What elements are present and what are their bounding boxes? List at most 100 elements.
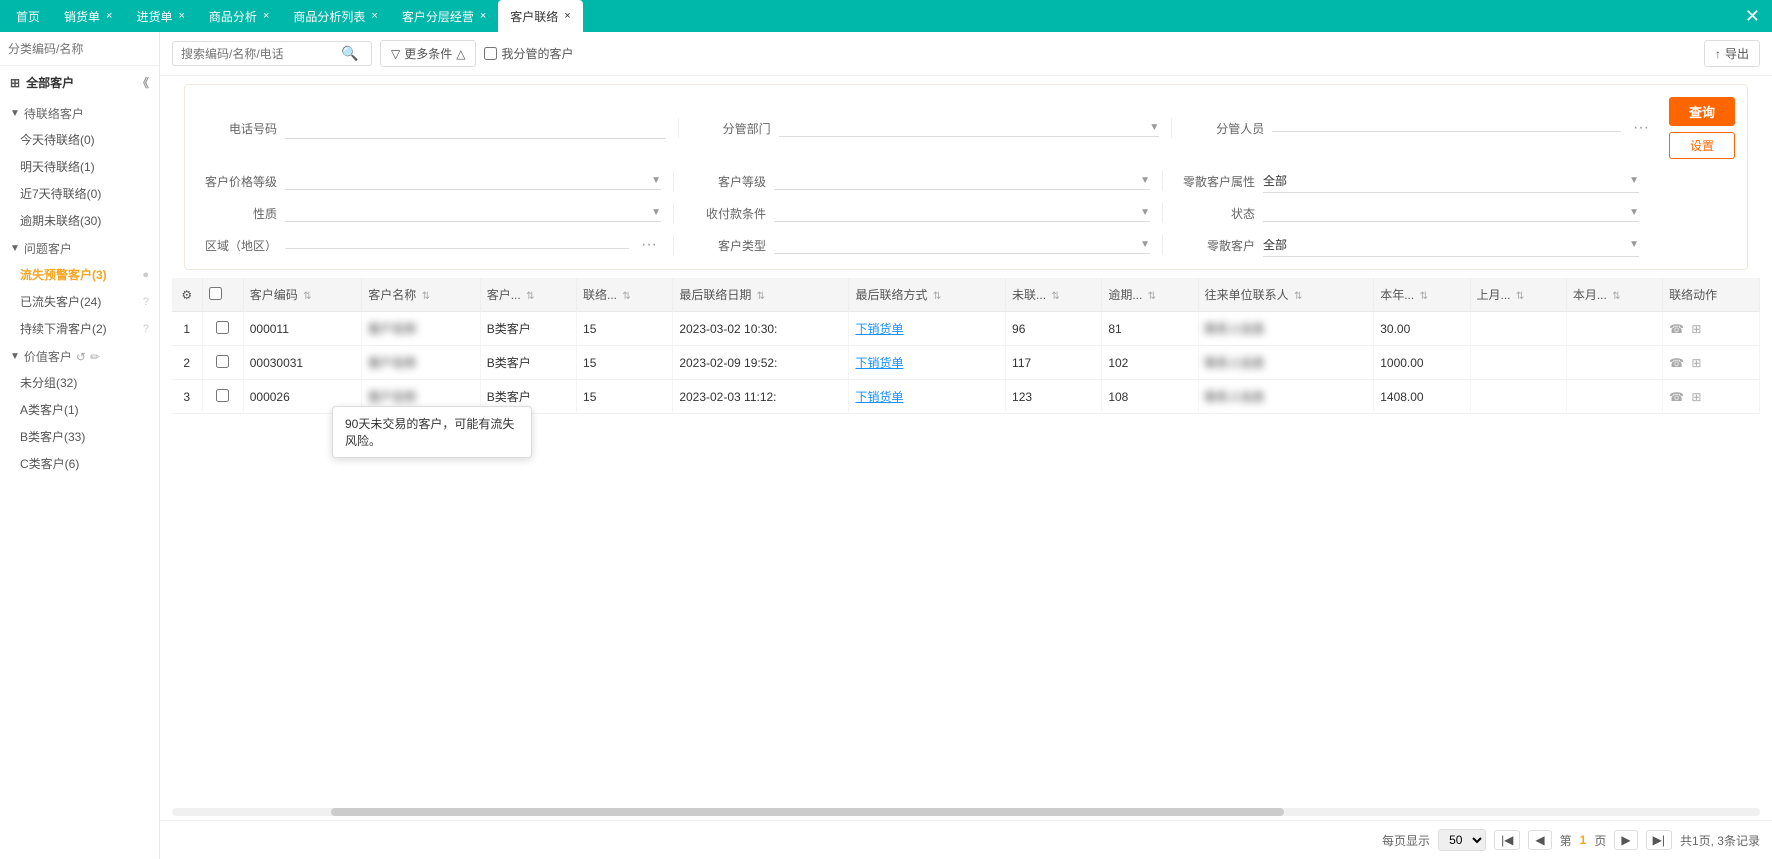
col-name[interactable]: 客户名称 ⇅ (362, 278, 481, 312)
settings-button[interactable]: 设置 (1669, 132, 1735, 159)
chevron-down-icon: ▼ (1629, 207, 1639, 218)
page-unit: 页 (1594, 832, 1606, 849)
phone-input[interactable] (285, 118, 666, 139)
horizontal-scrollbar[interactable] (160, 804, 1772, 820)
next-page-button[interactable]: ▶ (1614, 830, 1637, 850)
sidebar-item-class-b[interactable]: B类客户(33) (0, 423, 159, 450)
sidebar-item-7days[interactable]: 近7天待联络(0) (0, 180, 159, 207)
sidebar-group-problem[interactable]: ▼ 问题客户 (0, 234, 159, 261)
close-icon[interactable]: × (106, 10, 112, 22)
sidebar-item-overdue[interactable]: 逾期未联络(30) (0, 207, 159, 234)
col-overdue[interactable]: 逾期... ⇅ (1102, 278, 1198, 312)
search-box[interactable]: 🔍 (172, 41, 372, 66)
sidebar-item-class-c[interactable]: C类客户(6) (0, 450, 159, 477)
sidebar-item-ungrouped[interactable]: 未分组(32) (0, 369, 159, 396)
sidebar-item-churn-warning[interactable]: 流失预警客户(3) ● (0, 261, 159, 288)
person-select[interactable] (1272, 125, 1621, 132)
export-button[interactable]: ↑ 导出 (1704, 40, 1760, 67)
status-select[interactable]: ▼ (1263, 204, 1639, 222)
tab-home[interactable]: 首页 (4, 0, 52, 32)
payment-select[interactable]: ▼ (774, 204, 1150, 222)
col-this-year[interactable]: 本年... ⇅ (1374, 278, 1470, 312)
close-icon[interactable]: × (263, 10, 269, 22)
col-uncontact[interactable]: 未联... ⇅ (1006, 278, 1102, 312)
scrollbar-thumb[interactable] (331, 808, 1284, 816)
sidebar-group-pending[interactable]: ▼ 待联络客户 (0, 99, 159, 126)
more-icon[interactable]: ··· (637, 236, 661, 254)
search-input[interactable] (181, 47, 341, 61)
row-checkbox[interactable] (202, 346, 243, 380)
sidebar-item-churned[interactable]: 已流失客户(24) ? (0, 288, 159, 315)
row-type: B类客户 (480, 346, 576, 380)
scrollbar-track[interactable] (172, 808, 1760, 816)
search-icon[interactable]: 🔍 (341, 45, 358, 62)
dept-select[interactable]: ▼ (779, 119, 1160, 137)
tab-analysis-list[interactable]: 商品分析列表 × (281, 0, 389, 32)
col-contact-person[interactable]: 往来单位联系人 ⇅ (1198, 278, 1374, 312)
sidebar-item-class-a[interactable]: A类客户(1) (0, 396, 159, 423)
row-last-method[interactable]: 下销货单 (849, 380, 1006, 414)
refresh-icon[interactable]: ↺ (76, 350, 86, 364)
close-icon[interactable]: × (480, 10, 486, 22)
zero-customer-select[interactable]: 全部 ▼ (1263, 233, 1639, 257)
col-contact-count[interactable]: 联络... ⇅ (577, 278, 673, 312)
my-customers-checkbox[interactable]: 我分管的客户 (484, 45, 573, 62)
my-customers-check[interactable] (484, 47, 497, 60)
table-row: 1000011客户名称B类客户152023-03-02 10:30:下销货单96… (172, 312, 1760, 346)
action-contact-icon[interactable]: ☎ (1669, 390, 1684, 404)
col-this-month[interactable]: 本月... ⇅ (1566, 278, 1662, 312)
col-type[interactable]: 客户... ⇅ (480, 278, 576, 312)
window-close-button[interactable]: ✕ (1737, 6, 1768, 27)
price-level-select[interactable]: ▼ (285, 172, 661, 190)
sidebar-search-input[interactable] (8, 42, 160, 56)
action-more-icon[interactable]: ⊞ (1691, 390, 1701, 404)
nature-select[interactable]: ▼ (285, 204, 661, 222)
close-icon[interactable]: × (564, 10, 570, 22)
customer-type-select[interactable]: ▼ (774, 236, 1150, 254)
action-contact-icon[interactable]: ☎ (1669, 322, 1684, 336)
more-icon[interactable]: ··· (1629, 119, 1653, 137)
action-contact-icon[interactable]: ☎ (1669, 356, 1684, 370)
sidebar-root[interactable]: ⊞ 全部客户 《 (0, 66, 159, 99)
sidebar-item-tomorrow[interactable]: 明天待联络(1) (0, 153, 159, 180)
row-checkbox[interactable] (202, 312, 243, 346)
filter-icon: ▽ (391, 47, 400, 61)
tab-analysis[interactable]: 商品分析 × (197, 0, 281, 32)
query-button[interactable]: 查询 (1669, 97, 1735, 126)
more-conditions-button[interactable]: ▽ 更多条件 △ (380, 40, 476, 67)
action-more-icon[interactable]: ⊞ (1691, 322, 1701, 336)
select-all-checkbox[interactable] (209, 287, 222, 300)
col-last-method[interactable]: 最后联络方式 ⇅ (849, 278, 1006, 312)
row-checkbox[interactable] (202, 380, 243, 414)
tab-customer-contact[interactable]: 客户联络 × (498, 0, 582, 32)
customer-level-select[interactable]: ▼ (774, 172, 1150, 190)
data-table-container[interactable]: ⚙ 客户编码 ⇅ 客户名称 ⇅ 客户... ⇅ 联络... ⇅ (172, 278, 1760, 804)
collapse-icon[interactable]: 《 (137, 74, 149, 91)
prev-page-button[interactable]: ◀ (1528, 830, 1551, 850)
row-last-method[interactable]: 下销货单 (849, 346, 1006, 380)
first-page-button[interactable]: |◀ (1494, 830, 1520, 850)
filter-row-3: 性质 ▼ 收付款条件 ▼ (197, 203, 1735, 223)
region-select[interactable] (285, 242, 629, 249)
col-code[interactable]: 客户编码 ⇅ (243, 278, 362, 312)
sidebar-item-declining[interactable]: 持续下滑客户(2) ? (0, 315, 159, 342)
sidebar-group-value[interactable]: ▼ 价值客户 ↺ ✏ (0, 342, 159, 369)
tab-sales[interactable]: 销货单 × (52, 0, 124, 32)
edit-icon[interactable]: ✏ (90, 350, 100, 364)
zero-attr-select[interactable]: 全部 ▼ (1263, 169, 1639, 193)
tab-purchase[interactable]: 进货单 × (124, 0, 196, 32)
col-select-all[interactable] (202, 278, 243, 312)
sidebar-item-today[interactable]: 今天待联络(0) (0, 126, 159, 153)
per-page-select[interactable]: 50 (1438, 829, 1486, 851)
row-last-method[interactable]: 下销货单 (849, 312, 1006, 346)
data-table: ⚙ 客户编码 ⇅ 客户名称 ⇅ 客户... ⇅ 联络... ⇅ (172, 278, 1760, 414)
close-icon[interactable]: × (178, 10, 184, 22)
tab-bar: 首页 销货单 × 进货单 × 商品分析 × 商品分析列表 × 客户分层经营 × … (0, 0, 1772, 32)
col-gear[interactable]: ⚙ (172, 278, 202, 312)
action-more-icon[interactable]: ⊞ (1691, 356, 1701, 370)
tab-customer-tier[interactable]: 客户分层经营 × (390, 0, 498, 32)
col-last-date[interactable]: 最后联络日期 ⇅ (673, 278, 849, 312)
close-icon[interactable]: × (371, 10, 377, 22)
col-last-month[interactable]: 上月... ⇅ (1470, 278, 1566, 312)
last-page-button[interactable]: ▶| (1646, 830, 1672, 850)
